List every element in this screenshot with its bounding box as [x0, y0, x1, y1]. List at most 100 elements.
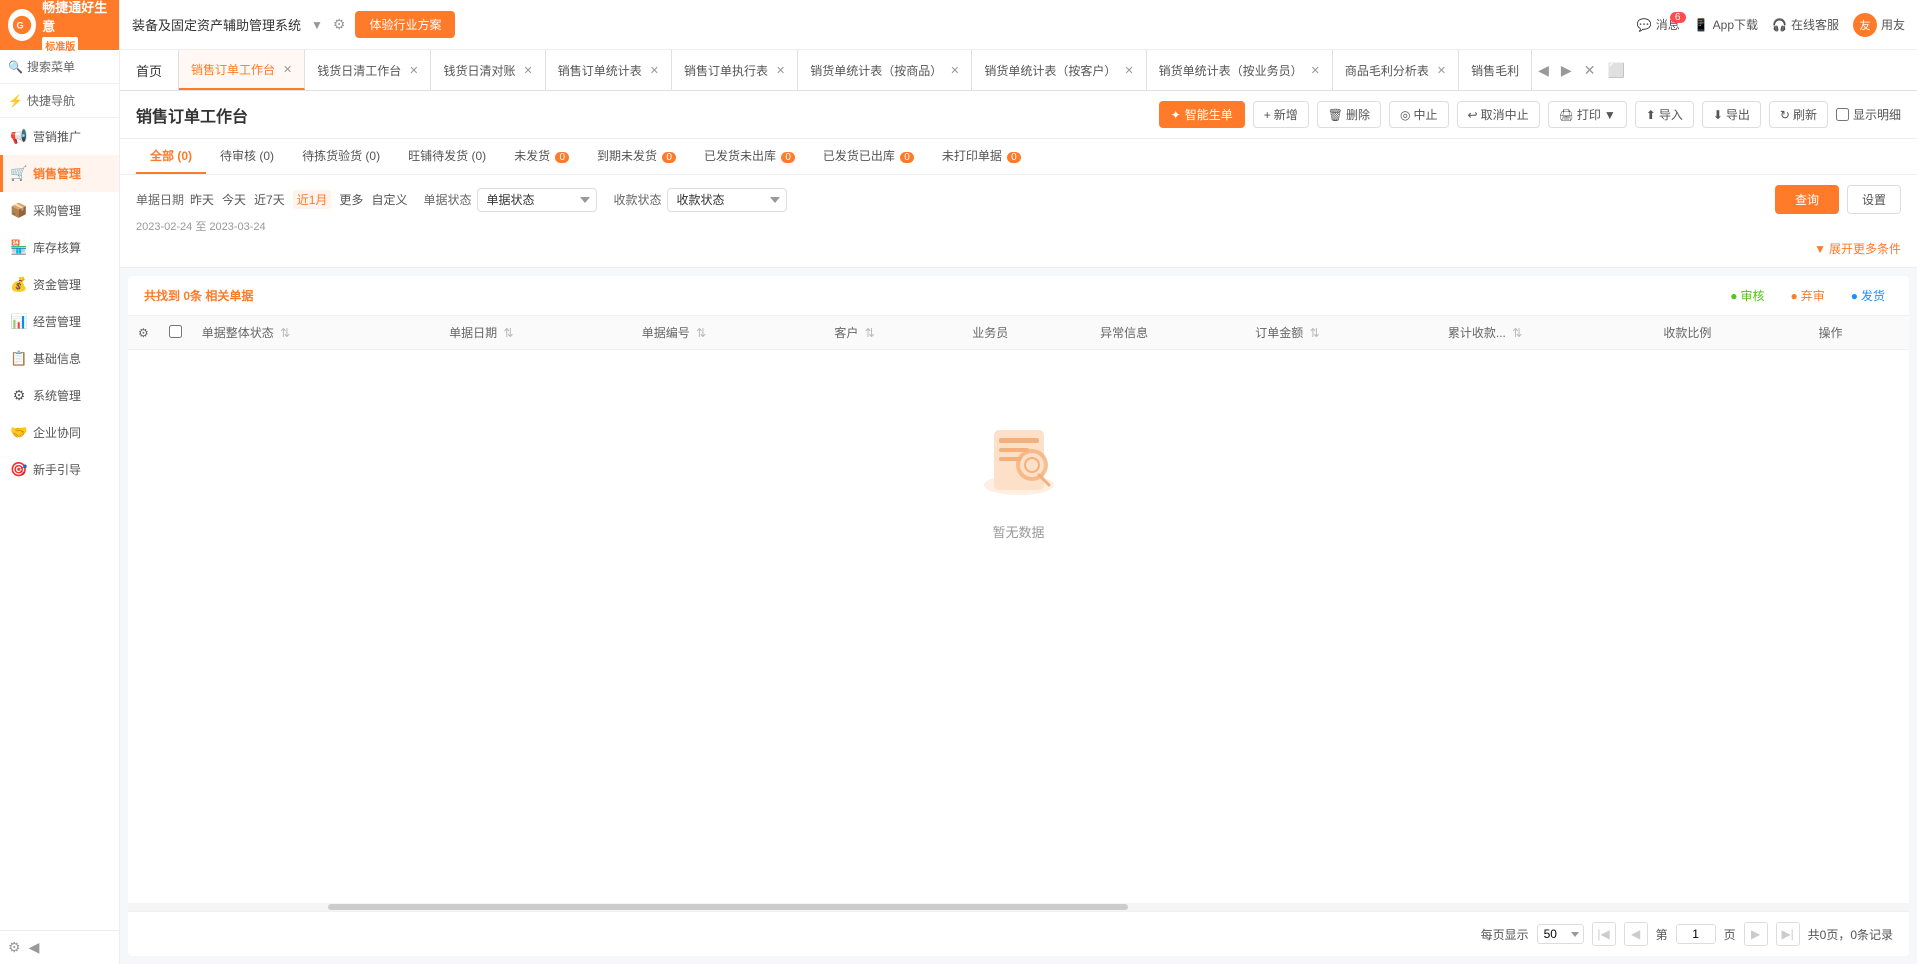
- stop-btn-label: 中止: [1414, 106, 1438, 123]
- stop-btn[interactable]: ◎ 中止: [1389, 101, 1449, 128]
- app-download-btn[interactable]: 📱 App下载: [1694, 16, 1758, 33]
- sidebar-item-purchase[interactable]: 📦 采购管理: [0, 192, 119, 229]
- smart-btn[interactable]: ✦ 智能生单: [1159, 101, 1245, 128]
- tab-sales-workbench[interactable]: 销售订单工作台 ✕: [179, 50, 305, 90]
- message-btn[interactable]: 💬 消息 6: [1637, 16, 1680, 33]
- filter-expand-area: ▼ 展开更多条件: [136, 240, 1901, 257]
- filter-date-1month[interactable]: 近1月: [293, 190, 332, 209]
- online-service-btn[interactable]: 🎧 在线客服: [1772, 16, 1839, 33]
- tab-sales-stats[interactable]: 销售订单统计表 ✕: [546, 50, 672, 90]
- tab-home[interactable]: 首页: [120, 50, 179, 90]
- subtab-not-shipped[interactable]: 未发货 0: [500, 139, 583, 174]
- filter-status-select[interactable]: 单据状态: [477, 188, 597, 212]
- page-first-btn[interactable]: |◀: [1592, 922, 1616, 946]
- select-all-checkbox[interactable]: [169, 325, 182, 338]
- tab-cash-reconcile-close[interactable]: ✕: [524, 64, 533, 77]
- collapse-icon[interactable]: ◀: [29, 939, 40, 956]
- scrollbar-thumb[interactable]: [328, 904, 1128, 910]
- set-btn[interactable]: 设置: [1847, 185, 1901, 214]
- sidebar-item-system[interactable]: ⚙ 系统管理: [0, 377, 119, 414]
- sidebar-item-operations[interactable]: 📊 经营管理: [0, 303, 119, 340]
- tab-sales-summary-staff-close[interactable]: ✕: [1311, 64, 1320, 77]
- filter-payment-select[interactable]: 收款状态: [667, 188, 787, 212]
- sort-date-icon[interactable]: ⇅: [504, 326, 514, 340]
- sidebar-item-finance[interactable]: 💰 资金管理: [0, 266, 119, 303]
- sidebar-item-marketing[interactable]: 📢 营销推广: [0, 118, 119, 155]
- cancel-stop-btn[interactable]: ↩ 取消中止: [1457, 101, 1540, 128]
- print-btn[interactable]: 🖨 打印 ▼: [1548, 101, 1627, 128]
- tab-scroll-right[interactable]: ▶: [1555, 50, 1578, 90]
- page-prev-btn[interactable]: ◀: [1624, 922, 1648, 946]
- page-next-btn[interactable]: ▶: [1744, 922, 1768, 946]
- delete-btn[interactable]: 🗑 删除: [1317, 101, 1381, 128]
- filter-date-7days[interactable]: 近7天: [254, 191, 285, 208]
- tab-sales-stats-close[interactable]: ✕: [650, 64, 659, 77]
- sort-collected-icon[interactable]: ⇅: [1512, 326, 1522, 340]
- topbar-arrow-icon[interactable]: ▼: [311, 18, 323, 32]
- quick-nav-item[interactable]: ⚡ 快捷导航: [0, 84, 119, 118]
- refresh-btn[interactable]: ↻ 刷新: [1769, 101, 1828, 128]
- ship-btn[interactable]: ● 发货: [1843, 284, 1893, 307]
- tab-maximize[interactable]: ⬜: [1601, 50, 1630, 90]
- tab-cash-daily-close[interactable]: ✕: [409, 64, 418, 77]
- tab-cash-reconcile[interactable]: 钱货日清对账 ✕: [431, 50, 545, 90]
- sidebar-item-newbie[interactable]: 🎯 新手引导: [0, 451, 119, 488]
- add-btn[interactable]: + 新增: [1253, 101, 1309, 128]
- enterprise-icon: 🤝: [11, 425, 27, 441]
- tab-scroll-left[interactable]: ◀: [1532, 50, 1555, 90]
- sidebar-item-enterprise[interactable]: 🤝 企业协同: [0, 414, 119, 451]
- tab-sales-summary-customer[interactable]: 销货单统计表（按客户） ✕: [972, 50, 1146, 90]
- filter-date-today[interactable]: 今天: [222, 191, 246, 208]
- subtab-not-printed[interactable]: 未打印单据 0: [928, 139, 1035, 174]
- subtab-overdue-not-shipped[interactable]: 到期未发货 0: [583, 139, 690, 174]
- horizontal-scrollbar[interactable]: [128, 903, 1909, 911]
- tab-close-all[interactable]: ✕: [1578, 50, 1602, 90]
- th-checkbox[interactable]: [159, 316, 192, 350]
- sort-state-icon[interactable]: ⇅: [280, 326, 290, 340]
- settings-gear-icon[interactable]: ⚙: [8, 939, 21, 956]
- tab-sales-workbench-close[interactable]: ✕: [283, 63, 292, 76]
- import-btn[interactable]: ⬆ 导入: [1635, 101, 1694, 128]
- sort-customer-icon[interactable]: ⇅: [865, 326, 875, 340]
- subtab-all[interactable]: 全部 (0): [136, 139, 206, 174]
- tab-cash-daily[interactable]: 钱货日清工作台 ✕: [305, 50, 431, 90]
- subtab-wangpu[interactable]: 旺铺待发货 (0): [394, 139, 500, 174]
- query-btn[interactable]: 查询: [1775, 185, 1839, 214]
- tab-sales-summary-product-close[interactable]: ✕: [950, 64, 959, 77]
- filter-bar: 单据日期 昨天 今天 近7天 近1月 更多 自定义 单据状态 单据状态: [120, 175, 1917, 268]
- solution-btn[interactable]: 体验行业方案: [355, 11, 455, 38]
- tab-sales-summary-customer-close[interactable]: ✕: [1124, 64, 1133, 77]
- page-size-select[interactable]: 20 50 100: [1537, 924, 1584, 944]
- audit-btn[interactable]: ● 审核: [1722, 284, 1772, 307]
- sidebar-item-inventory[interactable]: 🏪 库存核算: [0, 229, 119, 266]
- show-detail-input[interactable]: [1836, 108, 1849, 121]
- user-area[interactable]: 友 用友: [1853, 13, 1905, 37]
- show-detail-checkbox[interactable]: 显示明细: [1836, 106, 1901, 123]
- tab-sales-exec[interactable]: 销售订单执行表 ✕: [672, 50, 798, 90]
- page-last-btn[interactable]: ▶|: [1776, 922, 1800, 946]
- sidebar-item-sales[interactable]: 🛒 销售管理: [0, 155, 119, 192]
- subtab-shipped-warehoused[interactable]: 已发货已出库 0: [809, 139, 928, 174]
- subtab-shipped-not-warehoused[interactable]: 已发货未出库 0: [690, 139, 809, 174]
- tab-sales-exec-close[interactable]: ✕: [776, 64, 785, 77]
- sort-amount-icon[interactable]: ⇅: [1310, 326, 1320, 340]
- topbar-gear-icon[interactable]: ⚙: [333, 16, 346, 33]
- filter-date-more[interactable]: 更多: [339, 191, 363, 208]
- revoke-btn[interactable]: ● 弃审: [1782, 284, 1832, 307]
- sort-number-icon[interactable]: ⇅: [696, 326, 706, 340]
- th-settings[interactable]: ⚙: [128, 316, 159, 350]
- tab-sales-profit[interactable]: 销售毛利: [1459, 50, 1532, 90]
- tab-product-margin-close[interactable]: ✕: [1437, 64, 1446, 77]
- filter-expand-btn[interactable]: ▼ 展开更多条件: [1814, 240, 1901, 257]
- subtab-pending-audit[interactable]: 待审核 (0): [206, 139, 288, 174]
- search-menu-item[interactable]: 🔍 搜索菜单: [0, 50, 119, 84]
- filter-date-custom[interactable]: 自定义: [371, 191, 407, 208]
- tab-sales-summary-product[interactable]: 销货单统计表（按商品） ✕: [798, 50, 972, 90]
- subtab-pending-inspect[interactable]: 待拣货验货 (0): [288, 139, 394, 174]
- tab-sales-summary-staff[interactable]: 销货单统计表（按业务员） ✕: [1147, 50, 1333, 90]
- filter-date-yesterday[interactable]: 昨天: [190, 191, 214, 208]
- sidebar-item-base[interactable]: 📋 基础信息: [0, 340, 119, 377]
- page-input[interactable]: [1676, 924, 1716, 944]
- export-btn[interactable]: ⬇ 导出: [1702, 101, 1761, 128]
- tab-product-margin[interactable]: 商品毛利分析表 ✕: [1333, 50, 1459, 90]
